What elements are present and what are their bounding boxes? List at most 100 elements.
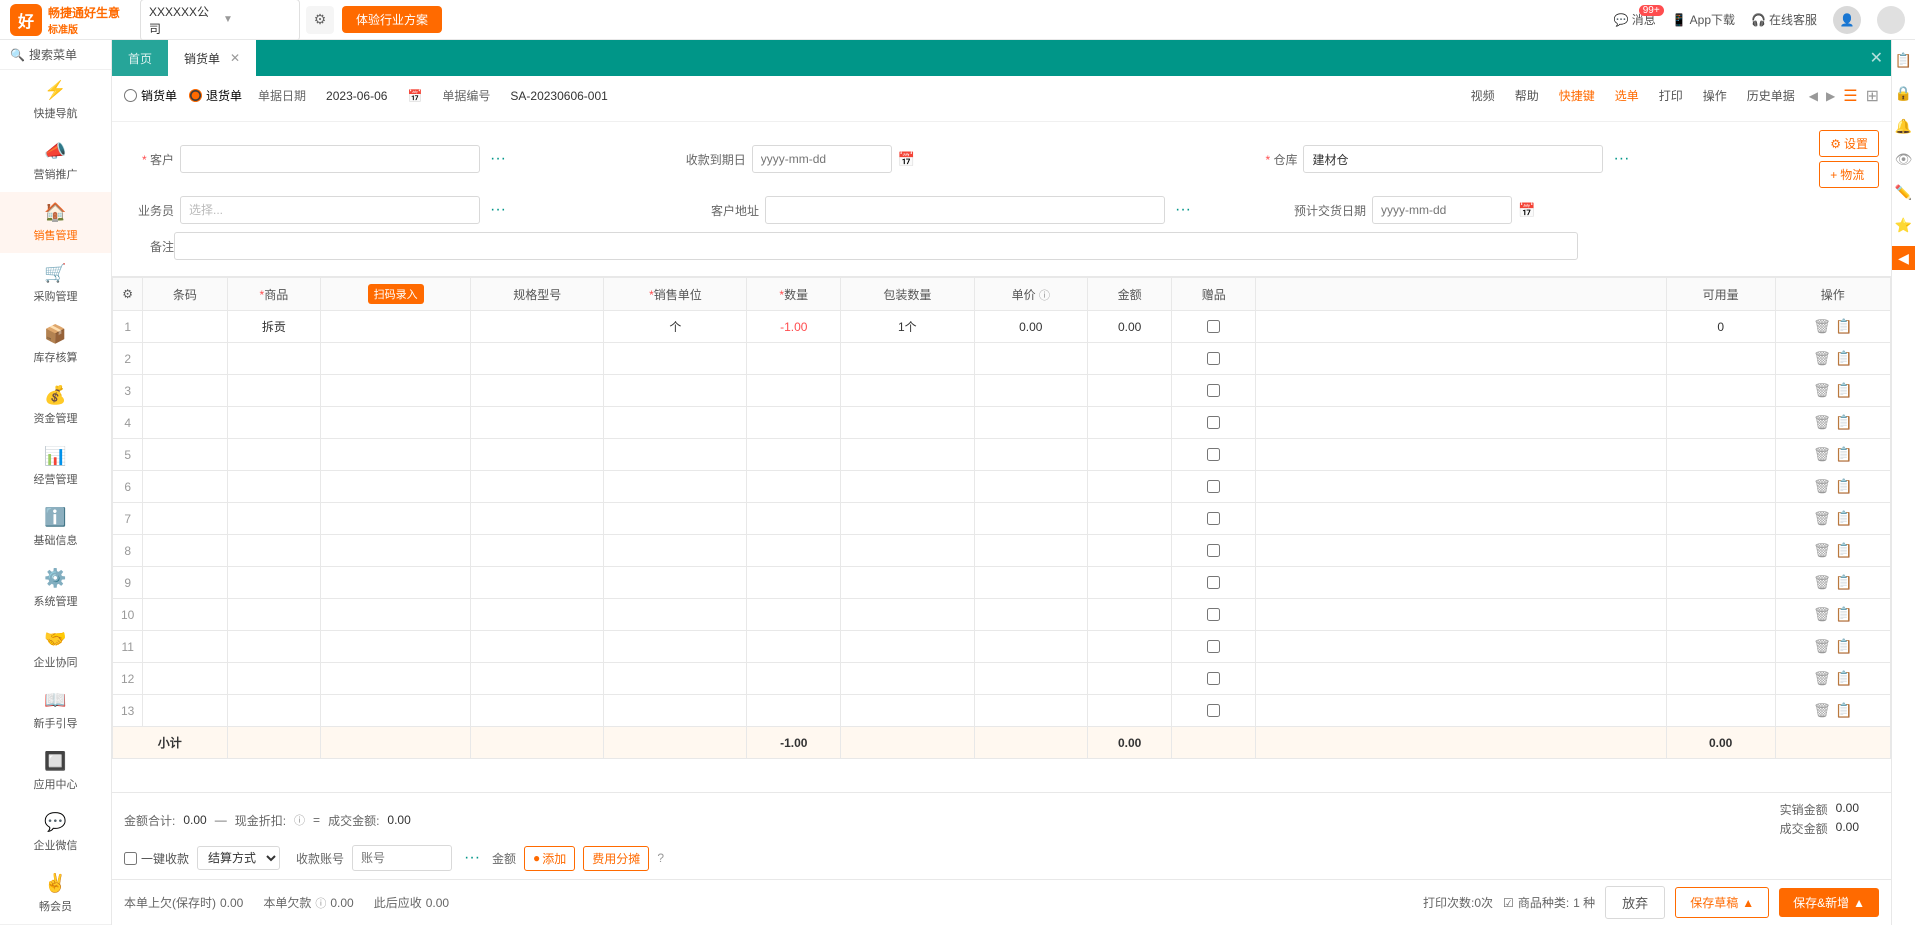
sidebar-item-operations[interactable]: 📊 经营管理	[0, 436, 111, 497]
sidebar-item-vip[interactable]: ✌️ 畅会员	[0, 863, 111, 924]
customer-dots-icon[interactable]: ···	[486, 150, 510, 168]
gift-checkbox[interactable]	[1207, 416, 1220, 429]
tab-close-icon[interactable]: ✕	[230, 51, 240, 65]
copy-icon[interactable]: 📋	[1835, 638, 1852, 655]
sidebar-item-marketing[interactable]: 📣 营销推广	[0, 131, 111, 192]
gift-checkbox[interactable]	[1207, 704, 1220, 717]
delete-icon[interactable]: 🗑	[1813, 638, 1831, 655]
copy-icon[interactable]: 📋	[1835, 318, 1852, 335]
delete-icon[interactable]: 🗑	[1813, 318, 1831, 335]
save-draft-btn[interactable]: 保存草稿 ▲	[1675, 887, 1769, 918]
rp-icon-1[interactable]: 📋	[1891, 48, 1915, 73]
warehouse-dots-icon[interactable]: ···	[1609, 150, 1633, 168]
list-view-icon[interactable]: ☰	[1843, 86, 1857, 106]
delete-icon[interactable]: 🗑	[1813, 382, 1831, 399]
radio-sales[interactable]: 销货单	[124, 87, 177, 104]
copy-icon[interactable]: 📋	[1835, 670, 1852, 687]
video-btn[interactable]: 视频	[1465, 84, 1501, 107]
warehouse-input[interactable]	[1303, 145, 1603, 173]
copy-icon[interactable]: 📋	[1835, 510, 1852, 527]
actions-btn[interactable]: 操作	[1697, 84, 1733, 107]
addr-dots-icon[interactable]: ···	[1171, 201, 1195, 219]
delete-icon[interactable]: 🗑	[1813, 414, 1831, 431]
owe-help-icon[interactable]: ⓘ	[315, 895, 326, 911]
close-all-icon[interactable]: ✕	[1870, 50, 1883, 67]
avatar[interactable]: 👤	[1833, 6, 1861, 34]
rp-icon-4[interactable]: 👁	[1891, 147, 1915, 172]
customer-input[interactable]	[180, 145, 480, 173]
sidebar-item-appstore[interactable]: 🔲 应用中心	[0, 741, 111, 802]
copy-icon[interactable]: 📋	[1835, 350, 1852, 367]
calendar-icon[interactable]: 📅	[407, 89, 422, 103]
nav-next-icon[interactable]: ▶	[1826, 89, 1835, 103]
form-settings-btn[interactable]: ⚙ 设置	[1819, 130, 1879, 157]
salesperson-input[interactable]	[180, 196, 480, 224]
gift-checkbox[interactable]	[1207, 320, 1220, 333]
scan-btn[interactable]: 扫码录入	[368, 284, 424, 304]
calendar2-icon[interactable]: 📅	[898, 151, 915, 168]
rp-icon-2[interactable]: 🔒	[1891, 81, 1915, 106]
customer-addr-input[interactable]	[765, 196, 1165, 224]
online-service-btn[interactable]: 🎧 在线客服	[1751, 11, 1817, 28]
gift-checkbox[interactable]	[1207, 480, 1220, 493]
radio-return[interactable]: 退货单	[189, 87, 242, 104]
receive-due-input[interactable]	[752, 145, 892, 173]
gift-checkbox[interactable]	[1207, 512, 1220, 525]
copy-icon[interactable]: 📋	[1835, 446, 1852, 463]
trial-btn[interactable]: 体验行业方案	[342, 6, 442, 33]
app-download-btn[interactable]: 📱 App下载	[1672, 11, 1735, 28]
delete-icon[interactable]: 🗑	[1813, 542, 1831, 559]
delete-icon[interactable]: 🗑	[1813, 510, 1831, 527]
help-icon[interactable]: ?	[657, 851, 664, 865]
sidebar-item-inventory[interactable]: 📦 库存核算	[0, 314, 111, 375]
sidebar-item-wechat[interactable]: 💬 企业微信	[0, 802, 111, 863]
sidebar-item-sales[interactable]: 🏠 销售管理	[0, 192, 111, 253]
sidebar-item-purchase[interactable]: 🛒 采购管理	[0, 253, 111, 314]
radio-return-input[interactable]	[189, 89, 202, 102]
gift-checkbox[interactable]	[1207, 608, 1220, 621]
copy-icon[interactable]: 📋	[1835, 574, 1852, 591]
tab-close-all[interactable]: ✕	[1870, 48, 1891, 68]
tab-sales-order[interactable]: 销货单 ✕	[168, 40, 256, 76]
shortcut-btn[interactable]: 快捷键	[1553, 84, 1601, 107]
unit-price-info-icon[interactable]: ⓘ	[1039, 290, 1050, 302]
gift-checkbox[interactable]	[1207, 672, 1220, 685]
gift-checkbox[interactable]	[1207, 384, 1220, 397]
gift-checkbox[interactable]	[1207, 640, 1220, 653]
calendar3-icon[interactable]: 📅	[1518, 202, 1535, 219]
copy-icon[interactable]: 📋	[1835, 702, 1852, 719]
copy-icon[interactable]: 📋	[1835, 478, 1852, 495]
expected-date-input[interactable]	[1372, 196, 1512, 224]
add-payment-btn[interactable]: ● 添加	[524, 846, 575, 871]
gift-checkbox[interactable]	[1207, 352, 1220, 365]
help-btn[interactable]: 帮助	[1509, 84, 1545, 107]
rp-icon-3[interactable]: 🔔	[1891, 114, 1915, 139]
settings-icon[interactable]: ⚙	[306, 6, 334, 34]
save-new-btn[interactable]: 保存&新增 ▲	[1779, 888, 1879, 917]
settlement-select[interactable]: 结算方式	[197, 846, 280, 870]
delete-icon[interactable]: 🗑	[1813, 478, 1831, 495]
copy-icon[interactable]: 📋	[1835, 542, 1852, 559]
copy-icon[interactable]: 📋	[1835, 382, 1852, 399]
discount-info-icon[interactable]: ⓘ	[294, 812, 305, 828]
logistics-btn[interactable]: + 物流	[1819, 161, 1879, 188]
sidebar-search[interactable]: 🔍 搜索菜单	[0, 40, 111, 70]
abandon-btn[interactable]: 放弃	[1605, 886, 1665, 919]
grid-view-icon[interactable]: ⊞	[1866, 86, 1879, 106]
delete-icon[interactable]: 🗑	[1813, 670, 1831, 687]
delete-icon[interactable]: 🗑	[1813, 606, 1831, 623]
rp-icon-7[interactable]: ◀	[1892, 246, 1915, 270]
tab-home[interactable]: 首页	[112, 40, 168, 76]
delete-icon[interactable]: 🗑	[1813, 446, 1831, 463]
sidebar-item-guide[interactable]: 📖 新手引导	[0, 680, 111, 741]
account-dots-icon[interactable]: ···	[460, 849, 484, 867]
delete-icon[interactable]: 🗑	[1813, 350, 1831, 367]
rp-icon-5[interactable]: ✏️	[1891, 180, 1915, 205]
select-btn[interactable]: 选单	[1609, 84, 1645, 107]
sidebar-item-enterprise[interactable]: 🤝 企业协同	[0, 619, 111, 680]
sidebar-item-finance[interactable]: 💰 资金管理	[0, 375, 111, 436]
account-input[interactable]	[352, 845, 452, 871]
sidebar-item-quick-nav[interactable]: ⚡ 快捷导航	[0, 70, 111, 131]
print-btn[interactable]: 打印	[1653, 84, 1689, 107]
gift-checkbox[interactable]	[1207, 576, 1220, 589]
